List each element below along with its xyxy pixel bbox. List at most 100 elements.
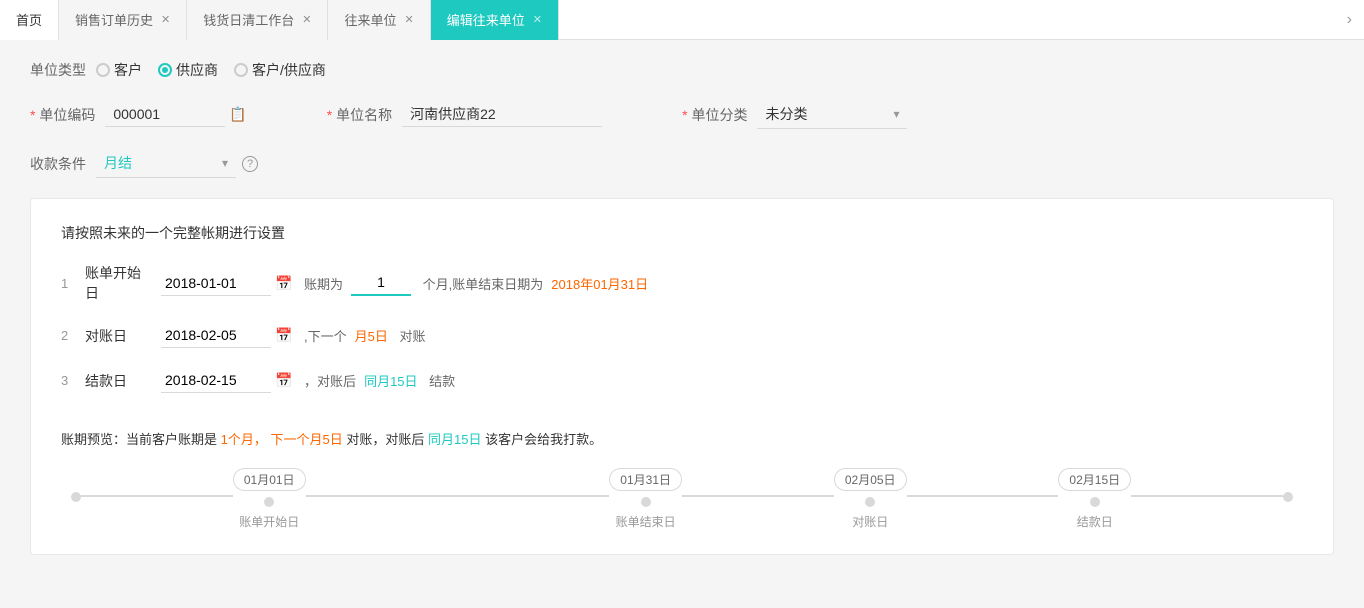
tab-cash-work[interactable]: 钱货日清工作台 ✕ [187,0,328,40]
period-row-3-label: 结款日 [85,371,145,391]
period-payment-date-input[interactable] [161,368,271,393]
preview-label: 账期预览：当前客户账期是 [61,432,217,447]
payment-value: 月结 [104,153,214,173]
preview-section: 账期预览：当前客户账期是 1个月， 下一个月5日 对账，对账后 同月15日 该客… [61,413,1303,530]
period-row-1-suffix: 账期为 [300,274,343,293]
period-row-3-prefix: ，对账后 [300,371,356,390]
unit-code-copy-icon[interactable]: 📋 [229,106,246,123]
timeline-node-1-dot [264,497,274,507]
radio-both-label: 客户/供应商 [252,60,326,80]
timeline-line-4 [907,495,1059,497]
unit-name-input[interactable] [402,102,602,127]
period-row-2-num: 2 [61,328,85,343]
timeline-node-4: 02月15日 结款日 [1058,468,1131,530]
payment-group: 收款条件 月结 ▾ ? [30,149,258,178]
period-reconcile-cal-icon[interactable]: 📅 [275,327,292,344]
unit-name-label: 单位名称 [327,105,392,125]
period-row-2-suffix: 对账 [396,326,426,345]
timeline-node-2-date: 01月31日 [609,468,682,491]
unit-type-label: 单位类型 [30,60,86,80]
timeline-node-2-label: 账单结束日 [616,513,676,530]
radio-supplier-circle [158,63,172,77]
timeline-right-dot [1283,492,1293,502]
timeline-node-2: 01月31日 账单结束日 [609,468,682,530]
preview-end: 该客户会给我打款。 [485,432,602,447]
period-start-cal-icon[interactable]: 📅 [275,275,292,292]
radio-group: 客户 供应商 客户/供应商 [96,60,326,80]
radio-customer-circle [96,63,110,77]
timeline-line-2 [306,495,610,497]
timeline: 01月01日 账单开始日 01月31日 账单结束日 02月05日 对账日 [61,468,1303,530]
timeline-node-4-dot [1090,497,1100,507]
radio-supplier[interactable]: 供应商 [158,60,218,80]
tab-edit-counterparty[interactable]: 编辑往来单位 ✕ [431,0,559,40]
period-row-1-label: 账单开始日 [85,263,145,303]
period-row-2-prefix: ,下一个 [300,326,346,345]
unit-type-group: 单位类型 客户 供应商 客户/供应商 [30,60,326,80]
period-row-2-label: 对账日 [85,326,145,346]
preview-text: 账期预览：当前客户账期是 1个月， 下一个月5日 对账，对账后 同月15日 该客… [61,429,1303,448]
unit-class-dropdown[interactable]: 未分类 ▾ [757,100,907,129]
preview-p1: 1个月， [221,432,267,447]
unit-class-group: 单位分类 未分类 ▾ [682,100,907,129]
tab-counterparty-label: 往来单位 [344,10,396,29]
period-reconcile-date-input[interactable] [161,323,271,348]
timeline-node-3-label: 对账日 [852,513,888,530]
tab-cash-work-close[interactable]: ✕ [302,13,311,26]
tab-counterparty-close[interactable]: ✕ [405,13,414,26]
radio-customer-label: 客户 [114,60,142,80]
unit-code-input[interactable] [105,102,225,127]
tab-sales-history[interactable]: 销售订单历史 ✕ [59,0,187,40]
timeline-line-5 [1131,495,1283,497]
period-row-1-num: 1 [61,276,85,291]
period-row-2: 2 对账日 📅 ,下一个 月5日 对账 [61,323,1303,348]
unit-code-label: 单位编码 [30,105,95,125]
payment-arrow-icon: ▾ [222,156,228,170]
period-payment-cal-icon[interactable]: 📅 [275,372,292,389]
tab-edit-counterparty-label: 编辑往来单位 [447,10,525,29]
timeline-left-dot [71,492,81,502]
tab-home[interactable]: 首页 [0,0,59,40]
period-row-1: 1 账单开始日 📅 账期为 个月,账单结束日期为 2018年01月31日 [61,263,1303,303]
timeline-node-1: 01月01日 账单开始日 [233,468,306,530]
payment-dropdown[interactable]: 月结 ▾ [96,149,236,178]
unit-type-row: 单位类型 客户 供应商 客户/供应商 [30,60,1334,80]
tab-expand-button[interactable]: › [1335,11,1364,29]
unit-info-row: 单位编码 📋 单位名称 单位分类 未分类 ▾ [30,100,1334,129]
preview-mid: 对账，对账后 [346,432,424,447]
period-start-date-input[interactable] [161,271,271,296]
radio-customer[interactable]: 客户 [96,60,142,80]
preview-p3: 同月15日 [428,432,481,447]
preview-p2: 下一个月5日 [271,432,343,447]
period-end-date-highlight: 2018年01月31日 [551,274,648,293]
tab-counterparty[interactable]: 往来单位 ✕ [328,0,430,40]
radio-both[interactable]: 客户/供应商 [234,60,326,80]
timeline-line-3 [682,495,834,497]
tab-sales-history-close[interactable]: ✕ [161,13,170,26]
tab-cash-work-label: 钱货日清工作台 [203,10,294,29]
tab-sales-history-label: 销售订单历史 [75,10,153,29]
timeline-node-1-label: 账单开始日 [239,513,299,530]
timeline-node-1-date: 01月01日 [233,468,306,491]
unit-name-group: 单位名称 [327,102,602,127]
timeline-node-4-date: 02月15日 [1058,468,1131,491]
payment-help-icon[interactable]: ? [242,156,258,172]
radio-supplier-label: 供应商 [176,60,218,80]
period-card: 请按照未来的一个完整帐期进行设置 1 账单开始日 📅 账期为 个月,账单结束日期… [30,198,1334,555]
timeline-node-3-date: 02月05日 [834,468,907,491]
tab-bar: 首页 销售订单历史 ✕ 钱货日清工作台 ✕ 往来单位 ✕ 编辑往来单位 ✕ › [0,0,1364,40]
period-row-3-suffix: 结款 [426,371,456,390]
period-row-3-num: 3 [61,373,85,388]
unit-code-group: 单位编码 📋 [30,102,247,127]
payment-label: 收款条件 [30,154,86,174]
period-months-input[interactable] [351,270,411,296]
timeline-node-4-label: 结款日 [1077,513,1113,530]
timeline-node-3: 02月05日 对账日 [834,468,907,530]
tab-edit-counterparty-close[interactable]: ✕ [533,13,542,26]
unit-class-arrow-icon: ▾ [893,107,899,121]
tab-home-label: 首页 [16,10,42,29]
timeline-line-1 [81,495,233,497]
unit-class-label: 单位分类 [682,105,747,125]
main-content: 单位类型 客户 供应商 客户/供应商 单位编码 📋 [0,40,1364,608]
period-row-3: 3 结款日 📅 ，对账后 同月15日 结款 [61,368,1303,393]
